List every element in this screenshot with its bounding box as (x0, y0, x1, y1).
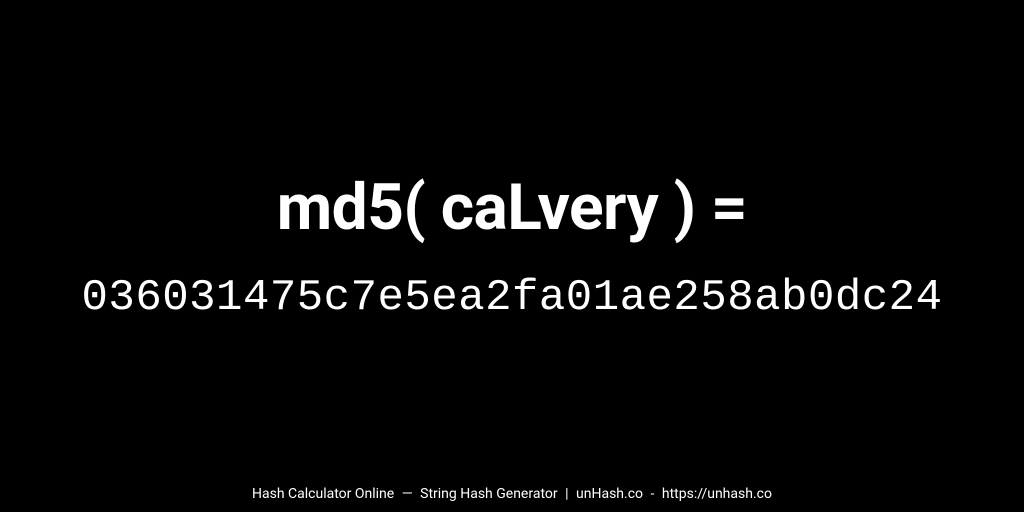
hash-display: md5( caLvery ) = 036031475c7e5ea2fa01ae2… (0, 0, 1024, 512)
footer-separator: — (402, 486, 413, 502)
footer-separator: | (565, 486, 568, 502)
hash-expression: md5( caLvery ) = (277, 170, 748, 245)
footer-url: https://unhash.co (662, 486, 772, 502)
footer-subtitle: String Hash Generator (420, 486, 558, 502)
footer-domain: unHash.co (576, 486, 643, 502)
footer-title: Hash Calculator Online (252, 486, 394, 502)
hash-result: 036031475c7e5ea2fa01ae258ab0dc24 (82, 273, 943, 323)
footer: Hash Calculator Online — String Hash Gen… (0, 486, 1024, 502)
footer-separator: - (651, 486, 655, 502)
